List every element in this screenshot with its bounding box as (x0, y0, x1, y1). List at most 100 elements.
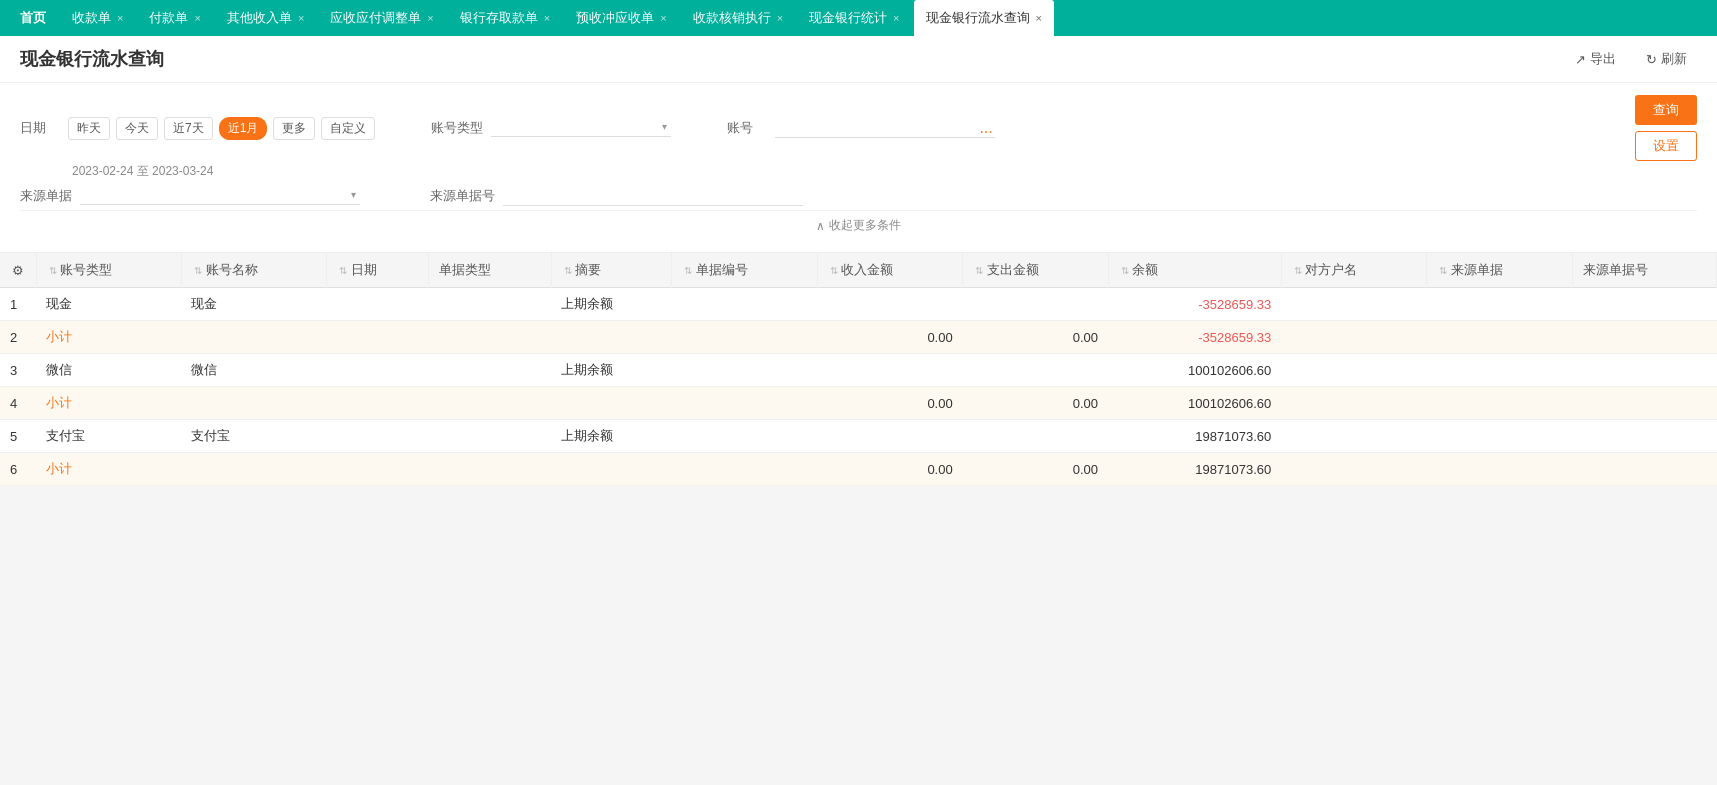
data-table-wrap: ⚙ ⇅ 账号类型 ⇅ 账号名称 ⇅ 日期 单据类型 ⇅ (0, 253, 1717, 486)
cell-account-type: 小计 (36, 453, 181, 486)
th-balance[interactable]: ⇅ 余额 (1108, 253, 1281, 288)
date-range-display: 2023-02-24 至 2023-03-24 (72, 164, 213, 178)
cell-counterpart (1281, 321, 1426, 354)
th-counterpart[interactable]: ⇅ 对方户名 (1281, 253, 1426, 288)
header-actions: ↗ 导出 ↻ 刷新 (1565, 46, 1697, 72)
cell-src-doc-no (1572, 387, 1717, 420)
close-icon[interactable]: × (298, 12, 304, 24)
cell-income: 0.00 (817, 321, 962, 354)
export-button[interactable]: ↗ 导出 (1565, 46, 1626, 72)
nav-tab-payments[interactable]: 付款单 × (137, 0, 212, 36)
close-icon[interactable]: × (117, 12, 123, 24)
refresh-label: 刷新 (1661, 50, 1687, 68)
th-src-doc[interactable]: ⇅ 来源单据 (1427, 253, 1572, 288)
th-src-doc-no-label: 来源单据号 (1583, 262, 1648, 277)
cell-src-doc-no (1572, 321, 1717, 354)
cell-src-doc (1427, 288, 1572, 321)
nav-tab-cash-flow[interactable]: 现金银行流水查询 × (914, 0, 1054, 36)
cell-src-doc-no (1572, 354, 1717, 387)
table-row[interactable]: 4 小计 0.00 0.00 100102606.60 (0, 387, 1717, 420)
cell-src-doc (1427, 420, 1572, 453)
source-doc-select-wrap: ▾ (80, 187, 360, 205)
gear-icon[interactable]: ⚙ (12, 263, 24, 278)
cell-seq: 6 (0, 453, 36, 486)
nav-tab-receipts[interactable]: 收款单 × (60, 0, 135, 36)
nav-tab-bank-deposit[interactable]: 银行存取款单 × (448, 0, 562, 36)
cell-balance: -3528659.33 (1108, 288, 1281, 321)
cell-date (327, 288, 429, 321)
close-icon[interactable]: × (1036, 12, 1042, 24)
date-btn-custom[interactable]: 自定义 (321, 117, 375, 140)
query-button[interactable]: 查询 (1635, 95, 1697, 125)
page-header: 现金银行流水查询 ↗ 导出 ↻ 刷新 (0, 36, 1717, 83)
nav-tab-cash-stat[interactable]: 现金银行统计 × (797, 0, 911, 36)
th-date[interactable]: ⇅ 日期 (327, 253, 429, 288)
cell-account-type: 现金 (36, 288, 181, 321)
close-icon[interactable]: × (660, 12, 666, 24)
cell-seq: 3 (0, 354, 36, 387)
close-icon[interactable]: × (427, 12, 433, 24)
th-summary[interactable]: ⇅ 摘要 (551, 253, 672, 288)
date-btn-today[interactable]: 今天 (116, 117, 158, 140)
cell-counterpart (1281, 288, 1426, 321)
cell-doc-no (672, 453, 817, 486)
cell-balance: 100102606.60 (1108, 354, 1281, 387)
th-doc-type[interactable]: 单据类型 (429, 253, 552, 288)
th-income[interactable]: ⇅ 收入金额 (817, 253, 962, 288)
account-filter-group: 账号 ... (727, 118, 995, 138)
table-row[interactable]: 6 小计 0.00 0.00 19871073.60 (0, 453, 1717, 486)
date-btn-1month[interactable]: 近1月 (219, 117, 268, 140)
th-src-doc-no[interactable]: 来源单据号 (1572, 253, 1717, 288)
nav-tab-receipt-exec[interactable]: 收款核销执行 × (681, 0, 795, 36)
close-icon[interactable]: × (544, 12, 550, 24)
table-row[interactable]: 5 支付宝 支付宝 上期余额 19871073.60 (0, 420, 1717, 453)
th-gear[interactable]: ⚙ (0, 253, 36, 288)
refresh-button[interactable]: ↻ 刷新 (1636, 46, 1697, 72)
settings-button[interactable]: 设置 (1635, 131, 1697, 161)
cell-income: 0.00 (817, 387, 962, 420)
sort-icon: ⇅ (1121, 265, 1129, 276)
th-account-type[interactable]: ⇅ 账号类型 (36, 253, 181, 288)
date-btn-7days[interactable]: 近7天 (164, 117, 213, 140)
account-type-label: 账号类型 (431, 119, 483, 137)
sort-icon: ⇅ (684, 265, 692, 276)
th-doc-no[interactable]: ⇅ 单据编号 (672, 253, 817, 288)
nav-tab-ar-ap-adjust[interactable]: 应收应付调整单 × (318, 0, 445, 36)
nav-home[interactable]: 首页 (8, 0, 58, 36)
collapse-bar[interactable]: ∧ 收起更多条件 (20, 210, 1697, 240)
refresh-icon: ↻ (1646, 52, 1657, 67)
cell-account-name: 微信 (181, 354, 326, 387)
cell-doc-type (429, 420, 552, 453)
cell-income (817, 354, 962, 387)
close-icon[interactable]: × (194, 12, 200, 24)
table-row[interactable]: 2 小计 0.00 0.00 -3528659.33 (0, 321, 1717, 354)
sort-icon: ⇅ (830, 265, 838, 276)
date-btn-more[interactable]: 更多 (273, 117, 315, 140)
cell-expense: 0.00 (963, 321, 1108, 354)
table-row[interactable]: 1 现金 现金 上期余额 -3528659.33 (0, 288, 1717, 321)
close-icon[interactable]: × (777, 12, 783, 24)
cell-src-doc-no (1572, 420, 1717, 453)
table-header-row: ⚙ ⇅ 账号类型 ⇅ 账号名称 ⇅ 日期 单据类型 ⇅ (0, 253, 1717, 288)
date-btn-yesterday[interactable]: 昨天 (68, 117, 110, 140)
table-row[interactable]: 3 微信 微信 上期余额 100102606.60 (0, 354, 1717, 387)
th-account-name[interactable]: ⇅ 账号名称 (181, 253, 326, 288)
cell-income: 0.00 (817, 453, 962, 486)
sort-icon: ⇅ (49, 265, 57, 276)
th-account-type-label: 账号类型 (60, 262, 112, 277)
nav-tab-other-income[interactable]: 其他收入单 × (215, 0, 316, 36)
cell-account-name (181, 387, 326, 420)
account-input[interactable] (775, 118, 975, 137)
th-expense[interactable]: ⇅ 支出金额 (963, 253, 1108, 288)
source-doc-no-input[interactable] (503, 186, 803, 205)
cell-doc-type (429, 288, 552, 321)
account-type-select[interactable]: 现金 微信 支付宝 (491, 119, 671, 134)
more-icon[interactable]: ... (979, 119, 992, 137)
source-doc-select[interactable] (80, 187, 360, 202)
nav-tab-prepaid[interactable]: 预收冲应收单 × (564, 0, 678, 36)
close-icon[interactable]: × (893, 12, 899, 24)
date-shortcuts: 昨天 今天 近7天 近1月 更多 自定义 (68, 117, 375, 140)
account-type-filter-group: 账号类型 现金 微信 支付宝 ▾ (431, 119, 671, 137)
cell-account-name (181, 453, 326, 486)
top-navigation: 首页 收款单 × 付款单 × 其他收入单 × 应收应付调整单 × 银行存取款单 … (0, 0, 1717, 36)
